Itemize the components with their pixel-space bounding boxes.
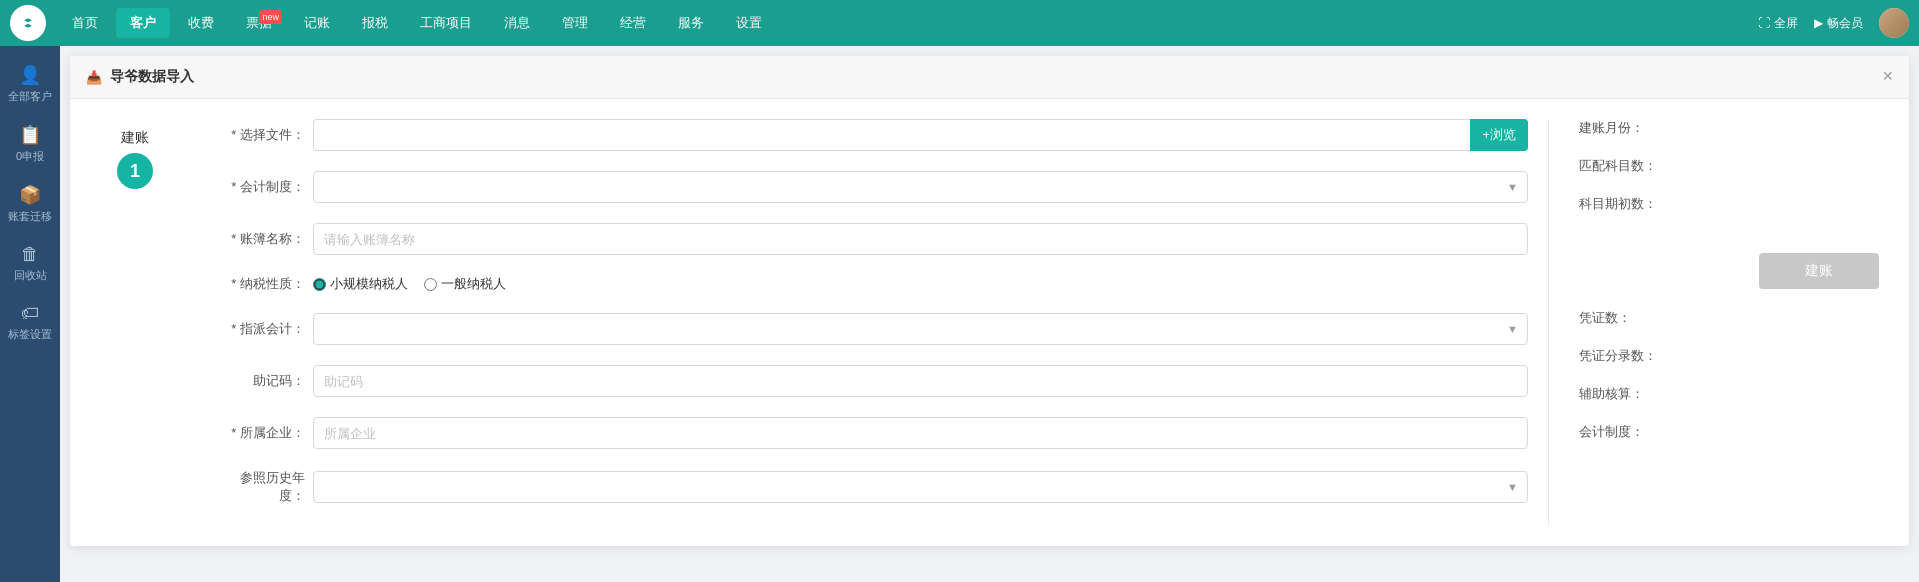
build-account-button[interactable]: 建账 [1759,253,1879,289]
tag-icon: 🏷 [21,303,39,324]
nav-customer[interactable]: 客户 [116,8,170,38]
nav-home[interactable]: 首页 [58,8,112,38]
step-circle: 1 [117,153,153,189]
logo[interactable] [10,5,46,41]
match-subjects-label: 匹配科目数： [1579,157,1669,175]
month-label: 建账月份： [1579,119,1669,137]
initial-amount-label: 科目期初数： [1579,195,1669,213]
recycle-icon: 🗑 [21,244,39,265]
import-icon: 📥 [86,70,102,85]
match-subjects-row: 匹配科目数： [1579,157,1879,175]
aux-accounting-label: 辅助核算： [1579,385,1669,403]
member-btn[interactable]: ▶ 畅会员 [1814,15,1863,32]
ledger-name-label: * 账簿名称： [220,230,305,248]
form-left: * 选择文件： +浏览 * 会计制度： ▼ [200,119,1549,525]
nav-business[interactable]: 工商项目 [406,8,486,38]
main-content: 📥 导爷数据导入 × 建账 1 * 选择文件： [60,46,1919,582]
tax-radio-group: 小规模纳税人 一般纳税人 [313,275,506,293]
company-row: * 所属企业： [220,417,1528,449]
nav-message[interactable]: 消息 [490,8,544,38]
sidebar-item-migrate[interactable]: 📦 账套迁移 [3,176,57,232]
tax-nature-row: * 纳税性质： 小规模纳税人 一般纳税人 [220,275,1528,293]
nav-service[interactable]: 服务 [664,8,718,38]
accountant-select-wrap: ▼ [313,313,1528,345]
accounting-system-select-wrap: ▼ [313,171,1528,203]
migrate-icon: 📦 [19,184,41,206]
sidebar-item-recycle[interactable]: 🗑 回收站 [3,236,57,291]
step-section: 建账 1 [70,119,200,525]
fullscreen-icon: ⛶ [1758,16,1770,30]
history-year-select[interactable] [313,471,1528,503]
fullscreen-btn[interactable]: ⛶ 全屏 [1758,15,1798,32]
month-row: 建账月份： [1579,119,1879,137]
play-icon: ▶ [1814,16,1823,30]
general-taxpayer-radio[interactable] [424,278,437,291]
voucher-entries-label: 凭证分录数： [1579,347,1669,365]
dialog: 📥 导爷数据导入 × 建账 1 * 选择文件： [70,56,1909,546]
company-input[interactable] [313,417,1528,449]
layout: 👤 全部客户 📋 0申报 📦 账套迁移 🗑 回收站 🏷 标签设置 📥 导爷数据导… [0,46,1919,582]
ledger-name-input[interactable] [313,223,1528,255]
dialog-title: 导爷数据导入 [110,68,194,86]
nav-manage[interactable]: 管理 [548,8,602,38]
dialog-header: 📥 导爷数据导入 × [70,56,1909,99]
step-label: 建账 [121,129,149,147]
accounting-system-row: * 会计制度： ▼ [220,171,1528,203]
nav-bookkeeping[interactable]: 记账 [290,8,344,38]
voucher-count-row: 凭证数： [1579,309,1879,327]
nav-settings[interactable]: 设置 [722,8,776,38]
sidebar-item-all-customers[interactable]: 👤 全部客户 [3,56,57,112]
accounting-system-label: * 会计制度： [220,178,305,196]
accountant-row: * 指派会计： ▼ [220,313,1528,345]
voucher-count-label: 凭证数： [1579,309,1669,327]
company-label: * 所属企业： [220,424,305,442]
accountant-select[interactable] [313,313,1528,345]
user-avatar[interactable] [1879,8,1909,38]
aux-accounting-row: 辅助核算： [1579,385,1879,403]
file-input[interactable] [313,119,1471,151]
sidebar: 👤 全部客户 📋 0申报 📦 账套迁移 🗑 回收站 🏷 标签设置 [0,46,60,582]
ledger-name-row: * 账簿名称： [220,223,1528,255]
nav-operation[interactable]: 经营 [606,8,660,38]
nav-right: ⛶ 全屏 ▶ 畅会员 [1758,8,1909,38]
small-taxpayer-option[interactable]: 小规模纳税人 [313,275,408,293]
nav-tax[interactable]: 报税 [348,8,402,38]
close-button[interactable]: × [1882,66,1893,87]
right-accounting-system-label: 会计制度： [1579,423,1669,441]
browse-button[interactable]: +浏览 [1470,119,1528,151]
general-taxpayer-option[interactable]: 一般纳税人 [424,275,506,293]
svg-point-0 [19,14,37,32]
tax-nature-label: * 纳税性质： [220,275,305,293]
history-year-select-wrap: ▼ [313,471,1528,503]
nav-items: 首页 客户 收费 票据 new 记账 报税 工商项目 消息 管理 经营 服务 设… [58,8,1758,38]
accounting-system-select[interactable] [313,171,1528,203]
small-taxpayer-radio[interactable] [313,278,326,291]
nav-fees[interactable]: 收费 [174,8,228,38]
sidebar-item-tags[interactable]: 🏷 标签设置 [3,295,57,350]
file-input-group: +浏览 [313,119,1528,151]
initial-amount-row: 科目期初数： [1579,195,1879,213]
history-year-row: 参照历史年度： ▼ [220,469,1528,505]
right-accounting-system-row: 会计制度： [1579,423,1879,441]
file-label: * 选择文件： [220,126,305,144]
nav-invoice[interactable]: 票据 new [232,8,286,38]
new-badge: new [259,10,282,24]
memo-code-row: 助记码： [220,365,1528,397]
history-year-label: 参照历史年度： [220,469,305,505]
form-right: 建账月份： 匹配科目数： 科目期初数： 建账 [1549,119,1909,525]
top-nav: 首页 客户 收费 票据 new 记账 报税 工商项目 消息 管理 经营 服务 设… [0,0,1919,46]
voucher-entries-row: 凭证分录数： [1579,347,1879,365]
memo-code-label: 助记码： [220,372,305,390]
file-row: * 选择文件： +浏览 [220,119,1528,151]
user-icon: 👤 [19,64,41,86]
sidebar-item-declaration[interactable]: 📋 0申报 [3,116,57,172]
accountant-label: * 指派会计： [220,320,305,338]
declaration-icon: 📋 [19,124,41,146]
memo-code-input[interactable] [313,365,1528,397]
dialog-body: 建账 1 * 选择文件： +浏览 * 会计制度： [70,99,1909,545]
